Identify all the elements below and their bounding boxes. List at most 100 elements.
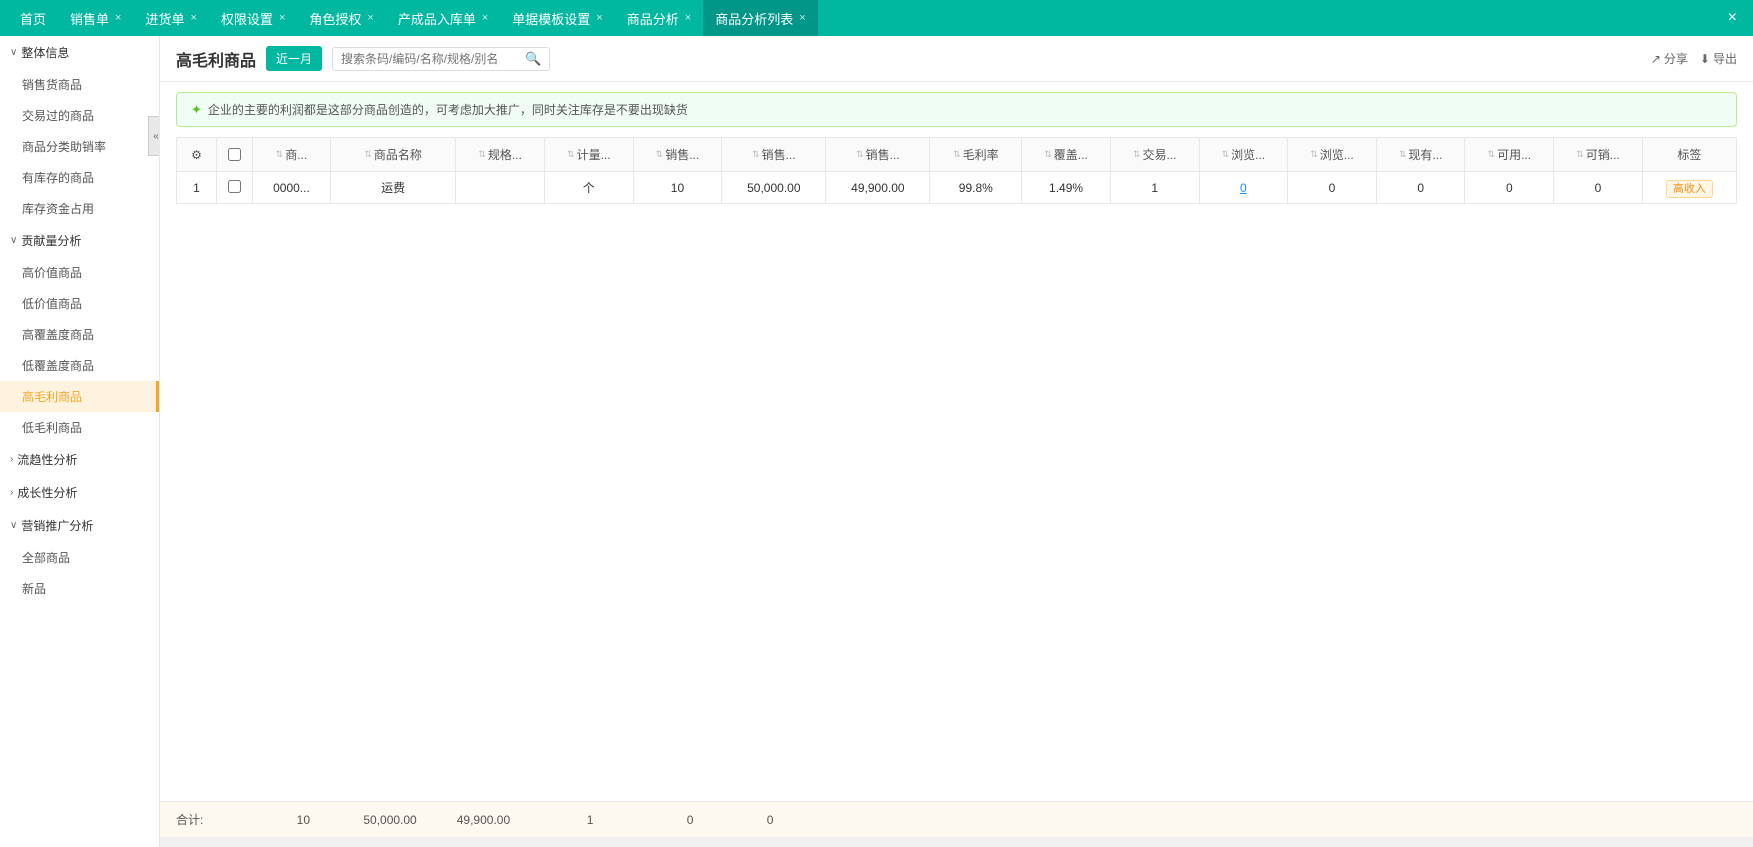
col-sales-qty[interactable]: ⇅ 销售...	[633, 138, 722, 172]
settings-icon[interactable]: ⚙	[191, 148, 202, 162]
footer-trade: 1	[530, 813, 650, 827]
cell-trade: 1	[1110, 172, 1199, 204]
cell-gross-rate: 99.8%	[930, 172, 1022, 204]
search-icon[interactable]: 🔍	[525, 51, 541, 67]
nav-item-sales[interactable]: 销售单 ×	[58, 0, 133, 36]
close-permission-tab[interactable]: ×	[279, 12, 285, 24]
col-code[interactable]: ⇅ 商...	[253, 138, 331, 172]
export-icon: ⬇	[1700, 52, 1710, 66]
header-right-buttons: ↗ 分享 ⬇ 导出	[1651, 50, 1737, 67]
sidebar-group-overview[interactable]: ∨ 整体信息	[0, 36, 159, 69]
sort-icon-11: ⇅	[1222, 149, 1230, 160]
sidebar-group-marketing[interactable]: ∨ 营销推广分析	[0, 509, 159, 542]
col-coverage[interactable]: ⇅ 覆盖...	[1022, 138, 1111, 172]
close-role-tab[interactable]: ×	[367, 12, 373, 24]
sort-icon-5: ⇅	[656, 149, 664, 160]
sidebar-item-high-coverage[interactable]: 高覆盖度商品	[0, 319, 159, 350]
sidebar-group-growth[interactable]: › 成长性分析	[0, 476, 159, 509]
sidebar: « ∨ 整体信息 销售货商品 交易过的商品 商品分类助销率 有库存的商品 库存资…	[0, 36, 160, 847]
col-sales-amt[interactable]: ⇅ 销售...	[722, 138, 826, 172]
sort-icon-12: ⇅	[1310, 149, 1318, 160]
cell-coverage: 1.49%	[1022, 172, 1111, 204]
sidebar-group-trend[interactable]: › 流趋性分析	[0, 443, 159, 476]
col-name[interactable]: ⇅ 商品名称	[330, 138, 455, 172]
browse1-link[interactable]: 0	[1240, 181, 1247, 195]
sort-icon-9: ⇅	[1044, 149, 1052, 160]
sidebar-item-low-value[interactable]: 低价值商品	[0, 288, 159, 319]
table-container[interactable]: ⚙ ⇅ 商... ⇅	[160, 137, 1753, 801]
nav-item-product-analysis-list[interactable]: 商品分析列表 ×	[703, 0, 817, 36]
cell-available: 0	[1465, 172, 1554, 204]
col-trade[interactable]: ⇅ 交易...	[1110, 138, 1199, 172]
cell-code: 0000...	[253, 172, 331, 204]
sidebar-item-all-goods[interactable]: 全部商品	[0, 542, 159, 573]
sidebar-group-contribution[interactable]: ∨ 贡献量分析	[0, 224, 159, 257]
col-saleable[interactable]: ⇅ 可销...	[1554, 138, 1643, 172]
nav-item-product-analysis[interactable]: 商品分析 ×	[615, 0, 703, 36]
content-header: 高毛利商品 近一月 🔍 ↗ 分享 ⬇ 导出	[160, 36, 1753, 82]
nav-item-home[interactable]: 首页	[8, 0, 58, 36]
nav-item-product-inbound[interactable]: 产成品入库单 ×	[386, 0, 500, 36]
row-checkbox[interactable]	[228, 180, 241, 193]
close-product-analysis-list-tab[interactable]: ×	[799, 12, 805, 24]
sort-icon-2: ⇅	[364, 149, 372, 160]
select-all-checkbox[interactable]	[228, 148, 241, 161]
col-tag[interactable]: 标签	[1642, 138, 1736, 172]
cell-spec	[456, 172, 545, 204]
col-browse1[interactable]: ⇅ 浏览...	[1199, 138, 1288, 172]
footer-current: 0	[650, 813, 730, 827]
close-product-analysis-tab[interactable]: ×	[685, 12, 691, 24]
sidebar-item-high-value[interactable]: 高价值商品	[0, 257, 159, 288]
col-available[interactable]: ⇅ 可用...	[1465, 138, 1554, 172]
col-current[interactable]: ⇅ 现有...	[1376, 138, 1465, 172]
search-input[interactable]	[341, 52, 521, 66]
sidebar-item-in-stock-goods[interactable]: 有库存的商品	[0, 162, 159, 193]
sidebar-item-sales-goods[interactable]: 销售货商品	[0, 69, 159, 100]
export-button[interactable]: ⬇ 导出	[1700, 50, 1737, 67]
cell-sales-qty: 10	[633, 172, 722, 204]
cell-sales-cost: 49,900.00	[826, 172, 930, 204]
footer-values: 10 50,000.00 49,900.00 1 0 0	[263, 813, 810, 827]
sort-icon-6: ⇅	[752, 149, 760, 160]
search-box: 🔍	[332, 47, 550, 71]
nav-item-role[interactable]: 角色授权 ×	[297, 0, 385, 36]
sort-icon-4: ⇅	[567, 149, 575, 160]
sidebar-item-traded-goods[interactable]: 交易过的商品	[0, 100, 159, 131]
col-sales-cost[interactable]: ⇅ 销售...	[826, 138, 930, 172]
footer-total-bar: 合计: 10 50,000.00 49,900.00 1 0 0	[160, 801, 1753, 837]
footer-sales-qty: 10	[263, 813, 343, 827]
col-spec[interactable]: ⇅ 规格...	[456, 138, 545, 172]
cell-browse1[interactable]: 0	[1199, 172, 1288, 204]
sidebar-collapse-button[interactable]: «	[148, 116, 160, 156]
col-unit[interactable]: ⇅ 计量...	[544, 138, 633, 172]
nav-item-template[interactable]: 单据模板设置 ×	[500, 0, 614, 36]
horizontal-scrollbar[interactable]	[160, 837, 1753, 847]
tip-icon: ✦	[191, 102, 202, 118]
sort-icon-8: ⇅	[953, 149, 961, 160]
col-browse2[interactable]: ⇅ 浏览...	[1288, 138, 1377, 172]
close-purchase-tab[interactable]: ×	[190, 12, 196, 24]
share-button[interactable]: ↗ 分享	[1651, 50, 1688, 67]
arrow-icon-2: ∨	[10, 235, 17, 246]
sidebar-item-high-gross[interactable]: 高毛利商品	[0, 381, 159, 412]
sidebar-item-category-sales-rate[interactable]: 商品分类助销率	[0, 131, 159, 162]
nav-item-purchase[interactable]: 进货单 ×	[133, 0, 208, 36]
sort-icon-7: ⇅	[856, 149, 864, 160]
info-banner: ✦ 企业的主要的利润都是这部分商品创造的，可考虑加大推广，同时关注库存是不要出现…	[176, 92, 1737, 127]
sidebar-item-low-coverage[interactable]: 低覆盖度商品	[0, 350, 159, 381]
sidebar-item-low-gross[interactable]: 低毛利商品	[0, 412, 159, 443]
tag-high-income-badge: 高收入	[1666, 180, 1713, 198]
window-close-button[interactable]: ×	[1720, 9, 1745, 27]
sidebar-item-stock-capital[interactable]: 库存资金占用	[0, 193, 159, 224]
top-nav: 首页 销售单 × 进货单 × 权限设置 × 角色授权 × 产成品入库单 × 单据…	[0, 0, 1753, 36]
cell-browse2: 0	[1288, 172, 1377, 204]
sidebar-item-new-goods[interactable]: 新品	[0, 573, 159, 604]
close-template-tab[interactable]: ×	[596, 12, 602, 24]
nav-item-permission[interactable]: 权限设置 ×	[209, 0, 297, 36]
table-row: 1 0000... 运费 个 10 50,000.00 49,900.00 99…	[177, 172, 1737, 204]
close-product-inbound-tab[interactable]: ×	[482, 12, 488, 24]
footer-available: 0	[730, 813, 810, 827]
filter-recent-month-button[interactable]: 近一月	[266, 46, 322, 71]
close-sales-tab[interactable]: ×	[115, 12, 121, 24]
col-gross-rate[interactable]: ⇅ 毛利率	[930, 138, 1022, 172]
